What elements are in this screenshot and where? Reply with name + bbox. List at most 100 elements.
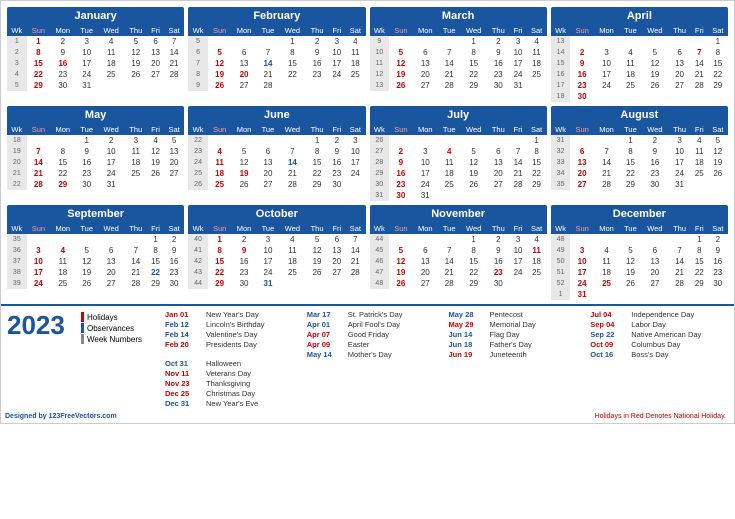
week-number: 22 [7,179,27,190]
month-header-june: June [188,106,365,124]
week-number: 42 [188,256,208,267]
col-header-mon: Mon [50,223,75,234]
col-header-tue: Tue [76,223,98,234]
month-header-may: May [7,106,184,124]
day-cell: 20 [257,168,279,179]
day-cell: 8 [691,245,708,256]
day-cell: 26 [208,80,231,91]
col-header-wk: Wk [7,223,27,234]
day-cell: 2 [98,135,124,146]
day-cell [708,179,728,190]
table-row: 159101112131415 [551,58,728,69]
col-header-thu: Thu [306,223,329,234]
day-cell [438,135,460,146]
holidays-columns: Jan 01New Year's DayFeb 12Lincoln's Birt… [165,310,728,408]
week-number: 39 [7,278,27,289]
day-cell: 4 [691,135,708,146]
day-cell: 25 [208,179,231,190]
day-cell: 22 [27,69,50,80]
table-row: 401234567 [188,234,365,245]
col-header-fri: Fri [328,25,345,36]
day-cell: 26 [76,278,98,289]
col-header-wk: Wk [188,223,208,234]
legend: Holidays Observances Week Numbers [81,310,161,344]
month-october: OctoberWkSunMonTueWedThuFriSat4012345674… [186,203,367,302]
day-cell: 17 [328,58,345,69]
day-cell: 13 [328,245,345,256]
day-cell: 17 [570,267,593,278]
day-cell: 23 [231,267,256,278]
col-header-wed: Wed [279,223,305,234]
day-cell: 9 [487,47,510,58]
day-cell: 5 [389,245,412,256]
table-row: 4812 [551,234,728,245]
day-cell: 19 [642,69,668,80]
day-cell [438,36,460,47]
month-may: MayWkSunMonTueWedThuFriSat18123451978910… [5,104,186,203]
day-cell [510,190,527,201]
col-header-thu: Thu [124,223,147,234]
day-cell: 15 [619,157,641,168]
holiday-name: Thanksgiving [206,379,250,388]
week-number: 30 [370,179,390,190]
day-cell: 15 [27,58,50,69]
table-row: 5117181920212223 [551,267,728,278]
holiday-row: Feb 14Valentine's Day [165,330,303,339]
day-cell: 20 [147,58,164,69]
day-cell: 28 [124,278,147,289]
day-cell [460,135,486,146]
week-number: 7 [188,58,208,69]
month-header-april: April [551,7,728,25]
day-cell: 26 [306,267,329,278]
table-row: 289101112131415 [370,157,547,168]
day-cell: 17 [257,256,279,267]
day-cell: 10 [594,58,619,69]
holiday-date: Nov 11 [165,369,203,378]
day-cell: 7 [594,146,619,157]
day-cell [570,36,593,47]
day-cell: 20 [164,157,184,168]
week-number: 12 [370,69,390,80]
day-cell: 8 [708,47,728,58]
week-number: 45 [370,245,390,256]
day-cell [231,135,256,146]
day-cell: 20 [570,168,593,179]
day-cell [124,179,147,190]
holiday-name: Juneteenth [490,350,527,359]
week-number: 41 [188,245,208,256]
day-cell: 1 [279,36,305,47]
day-cell: 20 [413,267,438,278]
day-cell: 14 [438,256,460,267]
day-cell: 1 [460,36,486,47]
table-row: 2891011121314 [7,47,184,58]
day-cell: 5 [124,36,147,47]
month-table-june: WkSunMonTueWedThuFriSat22123234567891024… [188,124,365,190]
col-header-sat: Sat [345,124,365,135]
day-cell: 4 [279,234,305,245]
day-cell: 23 [389,179,412,190]
day-cell [619,234,641,245]
week-number: 4 [7,69,27,80]
day-cell: 13 [147,47,164,58]
day-cell: 30 [708,278,728,289]
table-row: 712131415161718 [188,58,365,69]
footer-note: Holidays in Red Denotes National Holiday… [595,413,730,420]
week-number: 37 [7,256,27,267]
col-header-sun: Sun [389,25,412,36]
day-cell: 18 [691,157,708,168]
week-number: 3 [7,58,27,69]
table-row: 2121222324252627 [7,168,184,179]
col-header-fri: Fri [510,124,527,135]
day-cell: 27 [147,69,164,80]
col-header-sat: Sat [708,25,728,36]
col-header-wk: Wk [551,25,571,36]
holiday-row: Feb 20Presidents Day [165,340,303,349]
day-cell: 29 [50,179,75,190]
day-cell: 24 [27,278,50,289]
day-cell: 3 [76,36,98,47]
day-cell: 4 [438,146,460,157]
day-cell: 19 [708,157,728,168]
day-cell [642,289,668,300]
col-header-tue: Tue [76,25,98,36]
day-cell: 6 [257,146,279,157]
